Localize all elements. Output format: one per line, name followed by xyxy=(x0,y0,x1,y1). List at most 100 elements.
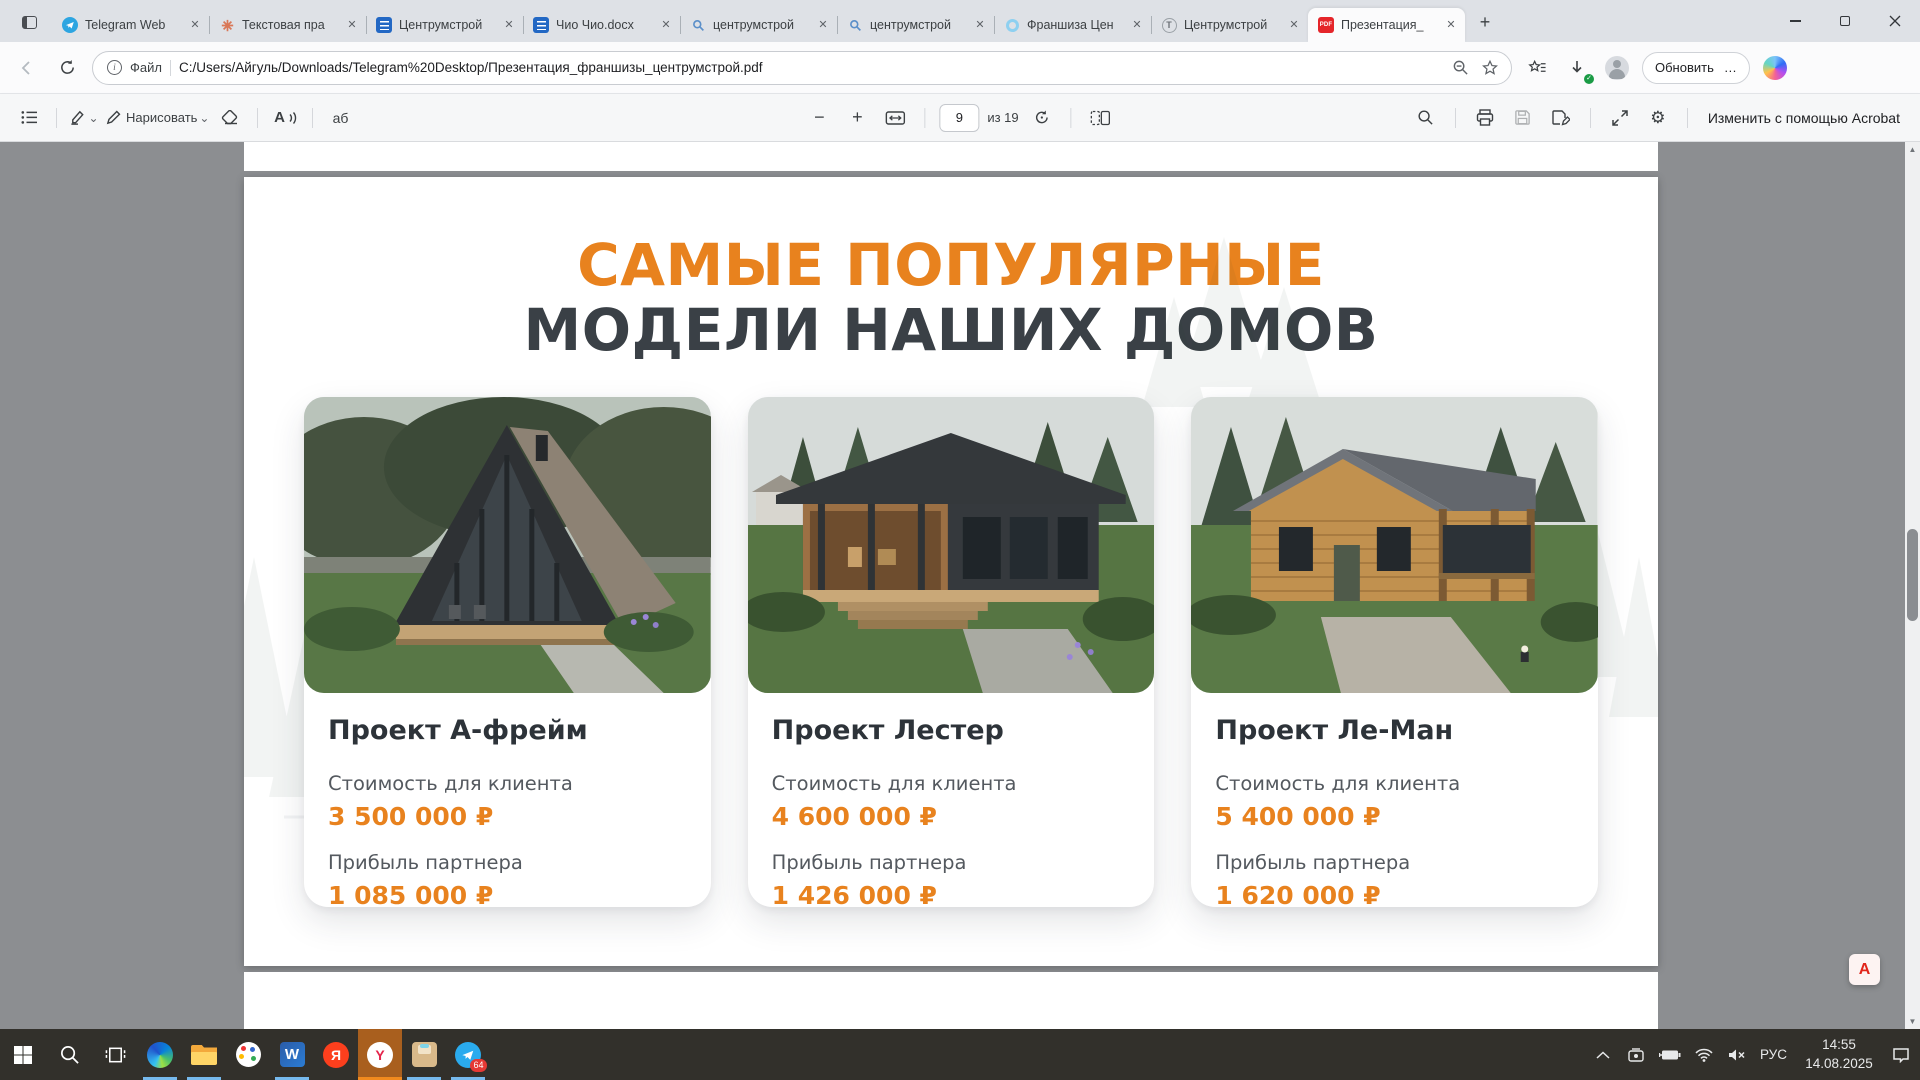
tab-close-icon[interactable]: ✕ xyxy=(1443,17,1459,33)
downloads-button[interactable]: ✓ xyxy=(1562,53,1594,84)
minimize-button[interactable] xyxy=(1770,0,1820,42)
profit-label: Прибыль партнера xyxy=(771,851,967,874)
tab-close-icon[interactable]: ✕ xyxy=(344,17,360,33)
vertical-scrollbar[interactable]: ▲ ▼ xyxy=(1905,142,1920,1029)
profile-button[interactable] xyxy=(1602,53,1632,83)
taskbar-telegram[interactable]: 64 xyxy=(446,1029,490,1080)
back-button[interactable] xyxy=(12,53,42,83)
tab-close-icon[interactable]: ✕ xyxy=(972,17,988,33)
tab-telegram-web[interactable]: Telegram Web ✕ xyxy=(52,8,210,42)
copilot-button[interactable] xyxy=(1760,53,1790,83)
acrobat-floating-button[interactable]: A xyxy=(1849,954,1880,985)
system-tray: РУС 14:55 14.08.2025 xyxy=(1590,1029,1920,1080)
tab-close-icon[interactable]: ✕ xyxy=(1129,17,1145,33)
action-center-icon xyxy=(1893,1047,1909,1063)
page-layout-icon xyxy=(1090,110,1111,125)
page-view-button[interactable] xyxy=(1086,103,1116,133)
save-icon xyxy=(1515,110,1531,125)
erase-button[interactable] xyxy=(215,103,245,133)
read-aloud-letter: A xyxy=(274,109,285,126)
page-total-label: из 19 xyxy=(987,110,1019,125)
rotate-button[interactable] xyxy=(1027,103,1057,133)
zoom-page-button[interactable] xyxy=(1449,57,1471,79)
tab-centrumstroy-doc[interactable]: Центрумстрой ✕ xyxy=(366,8,524,42)
fullscreen-button[interactable] xyxy=(1605,103,1635,133)
favorites-bar-button[interactable] xyxy=(1522,53,1552,83)
search-favicon xyxy=(847,17,863,33)
pdf-favicon: PDF xyxy=(1318,17,1334,33)
scroll-up-arrow[interactable]: ▲ xyxy=(1905,142,1920,157)
tab-franchise[interactable]: Франшиза Цен ✕ xyxy=(994,8,1152,42)
tab-chio-chio-docx[interactable]: Чио Чио.docx ✕ xyxy=(523,8,681,42)
taskbar-explorer[interactable] xyxy=(182,1029,226,1080)
table-of-contents-button[interactable] xyxy=(14,103,44,133)
taskbar-box-app[interactable] xyxy=(402,1029,446,1080)
tab-centrumstroy-site[interactable]: T Центрумстрой ✕ xyxy=(1151,8,1308,42)
taskbar-word[interactable]: W xyxy=(270,1029,314,1080)
add-text-icon: аб xyxy=(332,109,349,126)
yandex-start-icon: Y xyxy=(367,1041,393,1068)
scroll-down-arrow[interactable]: ▼ xyxy=(1905,1014,1920,1029)
tab-close-icon[interactable]: ✕ xyxy=(658,17,674,33)
pen-icon xyxy=(106,110,121,125)
edit-with-acrobat-button[interactable]: Изменить с помощью Acrobat xyxy=(1702,110,1906,126)
highlight-button[interactable]: ⌄ xyxy=(69,103,99,133)
pdf-toolbar-left: ⌄ Нарисовать ⌄ A аб xyxy=(14,103,355,133)
tab-close-icon[interactable]: ✕ xyxy=(1286,17,1302,33)
task-view-button[interactable] xyxy=(92,1029,138,1080)
taskbar-edge[interactable] xyxy=(138,1029,182,1080)
language-indicator[interactable]: РУС xyxy=(1757,1029,1790,1080)
save-as-button[interactable] xyxy=(1546,103,1576,133)
tab-close-icon[interactable]: ✕ xyxy=(187,17,203,33)
draw-button[interactable]: Нарисовать ⌄ xyxy=(105,103,209,133)
tab-close-icon[interactable]: ✕ xyxy=(501,17,517,33)
tray-wifi-button[interactable] xyxy=(1691,1029,1717,1080)
chevron-up-icon xyxy=(1596,1050,1610,1059)
clock[interactable]: 14:55 14.08.2025 xyxy=(1797,1029,1881,1080)
page-number-input[interactable]: 9 xyxy=(939,103,980,132)
favorite-star-button[interactable] xyxy=(1479,57,1501,79)
start-button[interactable] xyxy=(0,1029,46,1080)
tray-volume-muted-button[interactable] xyxy=(1724,1029,1750,1080)
taskbar-search-button[interactable] xyxy=(46,1029,92,1080)
print-button[interactable] xyxy=(1470,103,1500,133)
close-button[interactable] xyxy=(1870,0,1920,42)
pdf-toolbar-center: − + 9 из 19 xyxy=(804,103,1115,133)
refresh-button[interactable] xyxy=(52,53,82,83)
new-tab-button[interactable]: + xyxy=(1471,8,1499,36)
tab-text-edit[interactable]: Текстовая пра ✕ xyxy=(209,8,367,42)
zoom-out-magnifier-icon xyxy=(1453,60,1468,75)
settings-button[interactable]: ⚙ xyxy=(1643,103,1673,133)
update-browser-button[interactable]: Обновить … xyxy=(1642,51,1750,84)
taskbar-yandex-browser[interactable]: Я xyxy=(314,1029,358,1080)
card-body: Проект Лестер Стоимость для клиента 4 60… xyxy=(748,693,1155,910)
cost-value: 4 600 000 ₽ xyxy=(771,802,937,831)
tray-battery-button[interactable] xyxy=(1656,1029,1684,1080)
read-aloud-button[interactable]: A xyxy=(270,103,300,133)
tray-expand-button[interactable] xyxy=(1590,1029,1616,1080)
taskbar-yandex-start-active[interactable]: Y xyxy=(358,1029,402,1080)
maximize-button[interactable] xyxy=(1820,0,1870,42)
fit-to-width-button[interactable] xyxy=(880,103,910,133)
info-icon[interactable]: i xyxy=(107,60,122,75)
save-button[interactable] xyxy=(1508,103,1538,133)
scrollbar-thumb[interactable] xyxy=(1907,529,1918,621)
tab-close-icon[interactable]: ✕ xyxy=(815,17,831,33)
pdf-page-10-top xyxy=(244,972,1658,1029)
tab-actions-button[interactable] xyxy=(14,7,44,37)
search-document-button[interactable] xyxy=(1411,103,1441,133)
taskbar-paint[interactable] xyxy=(226,1029,270,1080)
add-text-button[interactable]: аб xyxy=(325,103,355,133)
zoom-out-button[interactable]: − xyxy=(804,103,834,133)
toolbar-divider xyxy=(56,107,57,128)
tray-date: 14.08.2025 xyxy=(1805,1055,1873,1071)
more-menu-dots[interactable]: … xyxy=(1724,60,1737,75)
tab-search-1[interactable]: центрумстрой ✕ xyxy=(680,8,838,42)
tray-camera-button[interactable] xyxy=(1623,1029,1649,1080)
url-text[interactable]: C:/Users/Айгуль/Downloads/Telegram%20Des… xyxy=(179,60,1441,75)
address-field[interactable]: i Файл C:/Users/Айгуль/Downloads/Telegra… xyxy=(92,50,1512,85)
tab-presentation-pdf-active[interactable]: PDF Презентация_ ✕ xyxy=(1308,8,1465,42)
tab-search-2[interactable]: центрумстрой ✕ xyxy=(837,8,995,42)
zoom-in-button[interactable]: + xyxy=(842,103,872,133)
action-center-button[interactable] xyxy=(1888,1029,1914,1080)
